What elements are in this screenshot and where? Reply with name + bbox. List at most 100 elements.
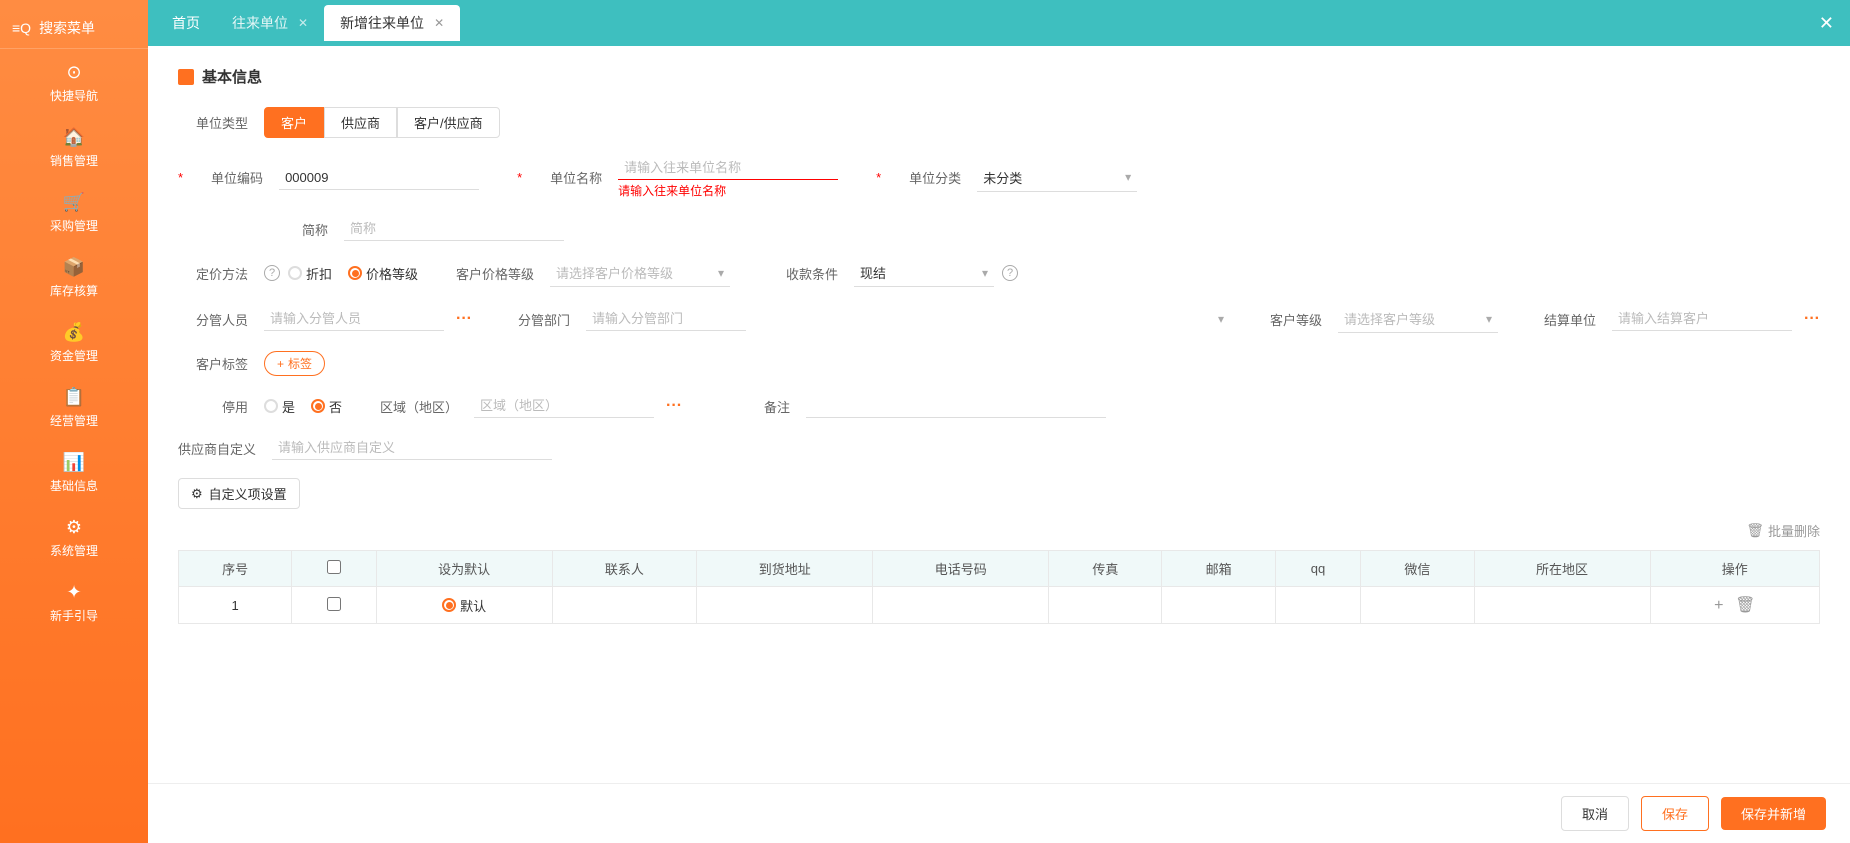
table-row: 1 默认 <box>179 587 1820 624</box>
unit-type-row: 单位类型 客户 供应商 客户/供应商 <box>178 107 1820 138</box>
payment-condition-select[interactable]: 现结 ▾ <box>854 259 994 287</box>
chevron-down-icon: ▾ <box>718 266 724 280</box>
sidebar-item-guide[interactable]: ✦ 新手引导 <box>0 569 148 634</box>
tab-new-partner[interactable]: 新增往来单位 ✕ <box>324 5 460 41</box>
department-label: 分管部门 <box>500 310 570 329</box>
contact-table: 序号 设为默认 联系人 到货地址 电话号码 传真 邮箱 qq 微信 所在地区 操… <box>178 550 1820 624</box>
cancel-button[interactable]: 取消 <box>1561 796 1629 831</box>
tab-new-partner-close[interactable]: ✕ <box>434 16 444 30</box>
cell-address <box>697 587 873 624</box>
payment-help-icon[interactable]: ? <box>1002 265 1018 281</box>
cell-checkbox <box>292 587 376 624</box>
select-all-checkbox[interactable] <box>327 560 341 574</box>
sidebar-item-label: 快捷导航 <box>50 87 98 104</box>
sidebar-item-label: 经营管理 <box>50 412 98 429</box>
col-wechat: 微信 <box>1361 551 1474 587</box>
plus-icon: + <box>277 357 284 371</box>
unit-btn-both[interactable]: 客户/供应商 <box>397 107 500 138</box>
sidebar-item-finance[interactable]: 💰 资金管理 <box>0 309 148 374</box>
unit-code-label: 单位编码 <box>193 168 263 187</box>
col-phone: 电话号码 <box>873 551 1049 587</box>
unit-btn-supplier[interactable]: 供应商 <box>324 107 397 138</box>
col-region: 所在地区 <box>1474 551 1650 587</box>
customer-price-select[interactable]: 请选择客户价格等级 ▾ <box>550 259 730 287</box>
customer-tag-row: 客户标签 + 标签 <box>178 351 1820 376</box>
sidebar-item-label: 新手引导 <box>50 607 98 624</box>
sidebar-item-sales[interactable]: 🏠 销售管理 <box>0 114 148 179</box>
department-chevron[interactable]: ▾ <box>1218 312 1224 326</box>
tabbar-window-close[interactable]: ✕ <box>1811 13 1842 34</box>
col-address: 到货地址 <box>697 551 873 587</box>
customer-price-label: 客户价格等级 <box>456 264 534 283</box>
sidebar-item-operation[interactable]: 📋 经营管理 <box>0 374 148 439</box>
tag-add-label: 标签 <box>288 355 312 372</box>
settlement-more-btn[interactable]: ··· <box>1804 310 1820 328</box>
customer-tag-label: 客户标签 <box>178 354 248 373</box>
sidebar-item-system[interactable]: ⚙ 系统管理 <box>0 504 148 569</box>
delete-row-button[interactable]: 🗑 <box>1731 595 1759 615</box>
table-header-row: 序号 设为默认 联系人 到货地址 电话号码 传真 邮箱 qq 微信 所在地区 操… <box>179 551 1820 587</box>
sidebar-search-label: 搜索菜单 <box>39 18 95 38</box>
unit-type-group: 客户 供应商 客户/供应商 <box>264 107 500 138</box>
unit-name-input[interactable] <box>618 156 838 180</box>
chevron-down-icon: ▾ <box>982 266 988 280</box>
sidebar-item-quick-nav[interactable]: ⊙ 快捷导航 <box>0 49 148 114</box>
disable-radio-no[interactable]: 否 <box>311 397 342 416</box>
col-default: 设为默认 <box>376 551 552 587</box>
search-icon: ≡Q <box>12 20 31 36</box>
bottom-bar: 取消 保存 保存并新增 <box>148 783 1850 843</box>
region-input[interactable] <box>474 394 654 418</box>
payment-condition-value: 现结 <box>860 263 886 282</box>
col-contact: 联系人 <box>552 551 697 587</box>
pricing-method-label: 定价方法 <box>178 264 248 283</box>
sidebar-item-purchase[interactable]: 🛒 采购管理 <box>0 179 148 244</box>
add-tag-button[interactable]: + 标签 <box>264 351 325 376</box>
unit-category-select[interactable]: 未分类 ▾ <box>977 164 1137 192</box>
pricing-help-icon[interactable]: ? <box>264 265 280 281</box>
unit-code-input[interactable] <box>279 166 479 190</box>
note-label: 备注 <box>720 397 790 416</box>
region-more-btn[interactable]: ··· <box>666 397 682 415</box>
form-content: 基本信息 单位类型 客户 供应商 客户/供应商 * 单位编码 * 单位名称 请输… <box>148 46 1850 783</box>
disable-radio-yes[interactable]: 是 <box>264 397 295 416</box>
pricing-radio-discount[interactable]: 折扣 <box>288 264 332 283</box>
manager-input[interactable] <box>264 307 444 331</box>
row-checkbox[interactable] <box>327 597 341 611</box>
code-name-category-row: * 单位编码 * 单位名称 请输入往来单位名称 * 单位分类 未分类 ▾ <box>178 156 1820 199</box>
note-input[interactable] <box>806 394 1106 418</box>
tabbar: 首页 往来单位 ✕ 新增往来单位 ✕ ✕ <box>148 0 1850 46</box>
section-icon <box>178 69 194 85</box>
sales-icon: 🏠 <box>63 126 85 148</box>
customer-level-select[interactable]: 请选择客户等级 ▾ <box>1338 305 1498 333</box>
supplier-custom-input[interactable] <box>272 436 552 460</box>
unit-btn-customer[interactable]: 客户 <box>264 107 324 138</box>
save-button[interactable]: 保存 <box>1641 796 1709 831</box>
custom-setting-label: 自定义项设置 <box>209 484 287 503</box>
add-row-button[interactable]: + <box>1710 597 1727 615</box>
tab-home[interactable]: 首页 <box>156 13 216 33</box>
short-name-input[interactable] <box>344 217 564 241</box>
cell-action: + 🗑 <box>1650 587 1819 624</box>
sidebar-item-label: 系统管理 <box>50 542 98 559</box>
disable-region-row: 停用 是 否 区域（地区） ··· 备注 <box>178 394 1820 418</box>
no-radio-circle <box>311 399 325 413</box>
custom-setting-button[interactable]: ⚙ 自定义项设置 <box>178 478 300 509</box>
batch-delete-button[interactable]: 🗑 批量删除 <box>1746 521 1820 540</box>
tab-partners-close[interactable]: ✕ <box>298 16 308 30</box>
basic-icon: 📊 <box>63 451 85 473</box>
save-new-button[interactable]: 保存并新增 <box>1721 797 1826 830</box>
unit-name-error: 请输入往来单位名称 <box>618 182 838 199</box>
default-radio[interactable]: 默认 <box>387 596 542 615</box>
sidebar-search[interactable]: ≡Q 搜索菜单 <box>0 8 148 49</box>
manager-more-btn[interactable]: ··· <box>456 310 472 328</box>
sidebar-item-basic[interactable]: 📊 基础信息 <box>0 439 148 504</box>
col-action: 操作 <box>1650 551 1819 587</box>
settlement-input[interactable] <box>1612 307 1792 331</box>
tab-partners[interactable]: 往来单位 ✕ <box>216 5 324 41</box>
department-input[interactable] <box>586 307 746 331</box>
unit-type-label: 单位类型 <box>178 113 248 132</box>
default-label: 默认 <box>460 596 486 615</box>
pricing-radio-level[interactable]: 价格等级 <box>348 264 418 283</box>
guide-icon: ✦ <box>63 581 85 603</box>
sidebar-item-inventory[interactable]: 📦 库存核算 <box>0 244 148 309</box>
